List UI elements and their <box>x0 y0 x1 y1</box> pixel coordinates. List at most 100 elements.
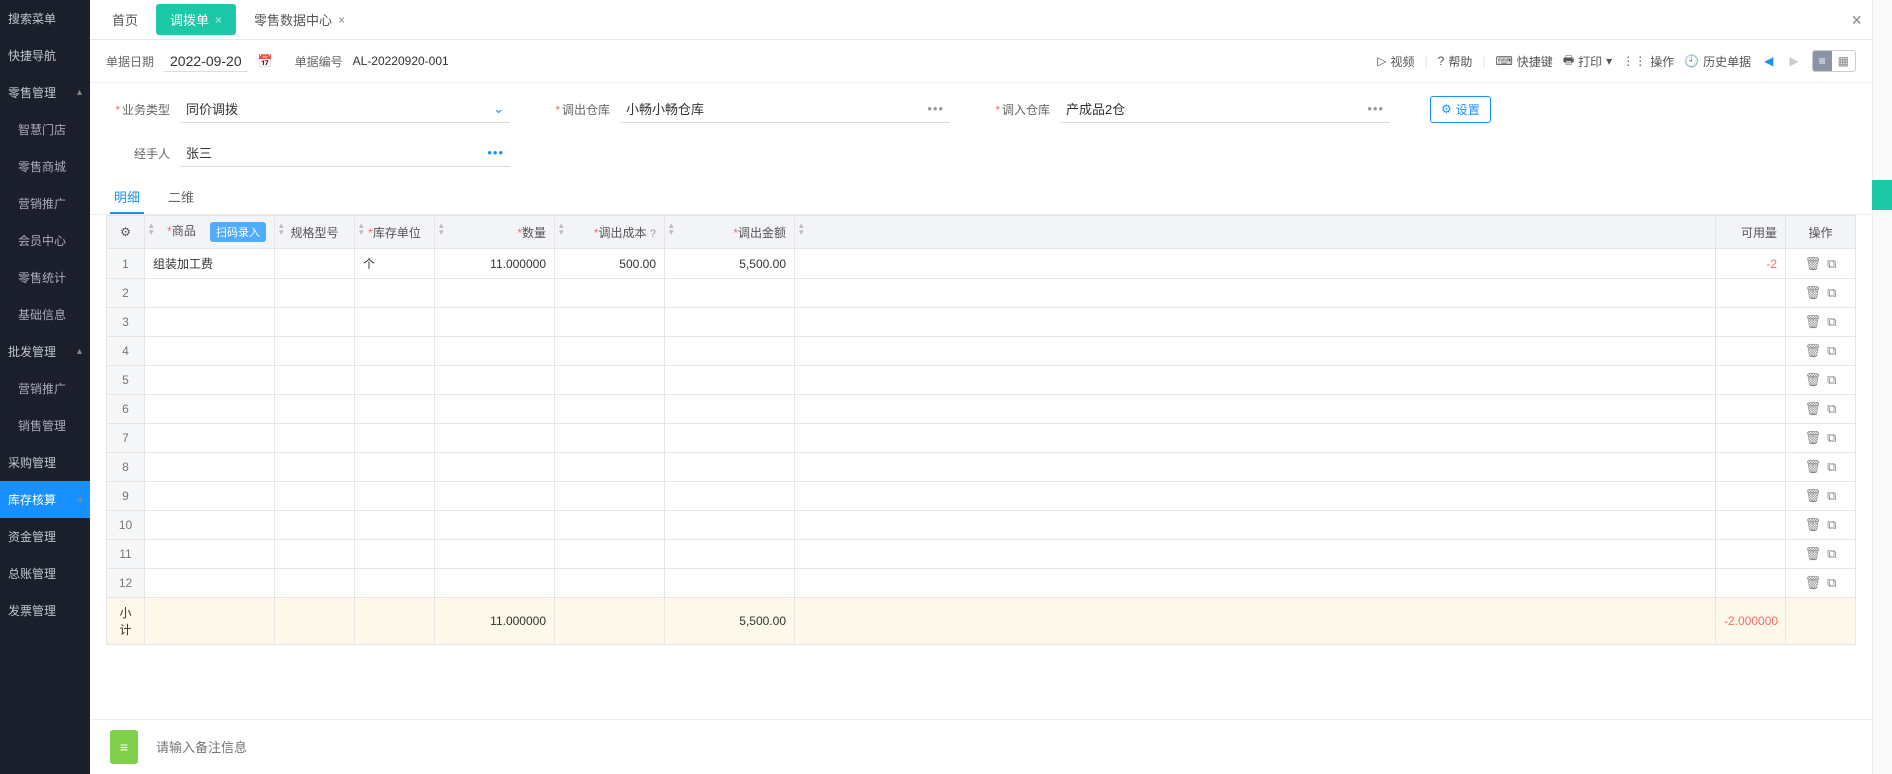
sidebar-item[interactable]: 发票管理 <box>0 592 90 629</box>
more-icon[interactable]: ••• <box>487 145 504 160</box>
cell-amount[interactable] <box>665 540 795 569</box>
cell-spec[interactable] <box>275 453 355 482</box>
table-row[interactable]: 3🗑⧉ <box>107 308 1856 337</box>
cell-qty[interactable] <box>435 540 555 569</box>
cell-spec[interactable] <box>275 308 355 337</box>
cell-product[interactable] <box>145 337 275 366</box>
cell-spec[interactable] <box>275 337 355 366</box>
cell-unit[interactable] <box>355 279 435 308</box>
print-button[interactable]: 🖶 打印 ▾ <box>1563 51 1612 72</box>
cell-mid[interactable] <box>795 395 1716 424</box>
delete-icon[interactable]: 🗑 <box>1805 372 1822 387</box>
cell-avail[interactable] <box>1716 308 1786 337</box>
delete-icon[interactable]: 🗑 <box>1805 256 1822 271</box>
cell-product[interactable] <box>145 569 275 598</box>
cell-unit[interactable] <box>355 453 435 482</box>
cell-qty[interactable] <box>435 569 555 598</box>
cell-avail[interactable] <box>1716 366 1786 395</box>
sidebar-item[interactable]: 快捷导航 <box>0 37 90 74</box>
cell-product[interactable]: 组装加工费 <box>145 249 275 279</box>
cell-spec[interactable] <box>275 540 355 569</box>
table-row[interactable]: 11🗑⧉ <box>107 540 1856 569</box>
cell-qty[interactable]: 11.000000 <box>435 249 555 279</box>
cell-mid[interactable] <box>795 540 1716 569</box>
cell-cost[interactable] <box>555 337 665 366</box>
cell-qty[interactable] <box>435 511 555 540</box>
delete-icon[interactable]: 🗑 <box>1805 488 1822 503</box>
delete-icon[interactable]: 🗑 <box>1805 546 1822 561</box>
history-button[interactable]: 🕘 历史单据 <box>1684 53 1751 70</box>
close-all-tabs-icon[interactable]: × <box>1851 10 1862 31</box>
cell-cost[interactable] <box>555 569 665 598</box>
cell-product[interactable] <box>145 395 275 424</box>
cell-amount[interactable] <box>665 308 795 337</box>
table-row[interactable]: 7🗑⧉ <box>107 424 1856 453</box>
table-row[interactable]: 12🗑⧉ <box>107 569 1856 598</box>
cell-avail[interactable] <box>1716 337 1786 366</box>
cell-qty[interactable] <box>435 308 555 337</box>
delete-icon[interactable]: 🗑 <box>1805 575 1822 590</box>
cell-unit[interactable] <box>355 308 435 337</box>
copy-icon[interactable]: ⧉ <box>1827 459 1836 474</box>
cell-spec[interactable] <box>275 424 355 453</box>
cell-amount[interactable] <box>665 453 795 482</box>
close-icon[interactable]: × <box>215 13 222 27</box>
video-button[interactable]: ▷ 视频 <box>1377 53 1414 70</box>
cell-amount[interactable] <box>665 395 795 424</box>
cell-amount[interactable] <box>665 424 795 453</box>
cell-product[interactable] <box>145 366 275 395</box>
delete-icon[interactable]: 🗑 <box>1805 285 1822 300</box>
cell-amount[interactable] <box>665 482 795 511</box>
view-list-icon[interactable]: ≡ <box>1813 51 1832 71</box>
copy-icon[interactable]: ⧉ <box>1827 517 1836 532</box>
sidebar-item[interactable]: 总账管理 <box>0 555 90 592</box>
col-cost[interactable]: ▴▾*调出成本 ? <box>555 216 665 249</box>
copy-icon[interactable]: ⧉ <box>1827 372 1836 387</box>
copy-icon[interactable]: ⧉ <box>1827 546 1836 561</box>
table-row[interactable]: 6🗑⧉ <box>107 395 1856 424</box>
sidebar-item[interactable]: 库存核算◂ <box>0 481 90 518</box>
cell-spec[interactable] <box>275 249 355 279</box>
cell-amount[interactable] <box>665 279 795 308</box>
cell-avail[interactable] <box>1716 540 1786 569</box>
cell-qty[interactable] <box>435 279 555 308</box>
cell-amount[interactable] <box>665 337 795 366</box>
cell-spec[interactable] <box>275 482 355 511</box>
cell-product[interactable] <box>145 279 275 308</box>
copy-icon[interactable]: ⧉ <box>1827 343 1836 358</box>
sidebar-item[interactable]: 会员中心 <box>0 222 90 259</box>
cell-avail[interactable] <box>1716 279 1786 308</box>
shortcut-button[interactable]: ⌨ 快捷键 <box>1495 53 1552 70</box>
cell-mid[interactable] <box>795 569 1716 598</box>
cell-qty[interactable] <box>435 337 555 366</box>
cell-product[interactable] <box>145 482 275 511</box>
copy-icon[interactable]: ⧉ <box>1827 575 1836 590</box>
rail-expand-button[interactable] <box>1872 180 1892 210</box>
cell-amount[interactable] <box>665 511 795 540</box>
cell-amount[interactable] <box>665 366 795 395</box>
cell-product[interactable] <box>145 511 275 540</box>
cell-qty[interactable] <box>435 453 555 482</box>
sidebar-item[interactable]: 零售管理▴ <box>0 74 90 111</box>
sidebar-item[interactable]: 营销推广 <box>0 370 90 407</box>
sidebar-item[interactable]: 智慧门店 <box>0 111 90 148</box>
sidebar-item[interactable]: 零售统计 <box>0 259 90 296</box>
cell-cost[interactable] <box>555 540 665 569</box>
cell-spec[interactable] <box>275 511 355 540</box>
table-row[interactable]: 9🗑⧉ <box>107 482 1856 511</box>
delete-icon[interactable]: 🗑 <box>1805 401 1822 416</box>
cell-cost[interactable]: 500.00 <box>555 249 665 279</box>
col-product[interactable]: ▴▾*商品扫码录入 <box>145 216 275 249</box>
business-type-select[interactable]: 同价调拨 ⌄ <box>180 95 510 123</box>
cell-qty[interactable] <box>435 424 555 453</box>
cell-mid[interactable] <box>795 511 1716 540</box>
help-icon[interactable]: ? <box>650 228 656 240</box>
cell-mid[interactable] <box>795 337 1716 366</box>
cell-product[interactable] <box>145 308 275 337</box>
delete-icon[interactable]: 🗑 <box>1805 314 1822 329</box>
table-row[interactable]: 8🗑⧉ <box>107 453 1856 482</box>
tab[interactable]: 调拨单× <box>156 4 236 35</box>
cell-qty[interactable] <box>435 482 555 511</box>
cell-avail[interactable] <box>1716 482 1786 511</box>
cell-cost[interactable] <box>555 453 665 482</box>
